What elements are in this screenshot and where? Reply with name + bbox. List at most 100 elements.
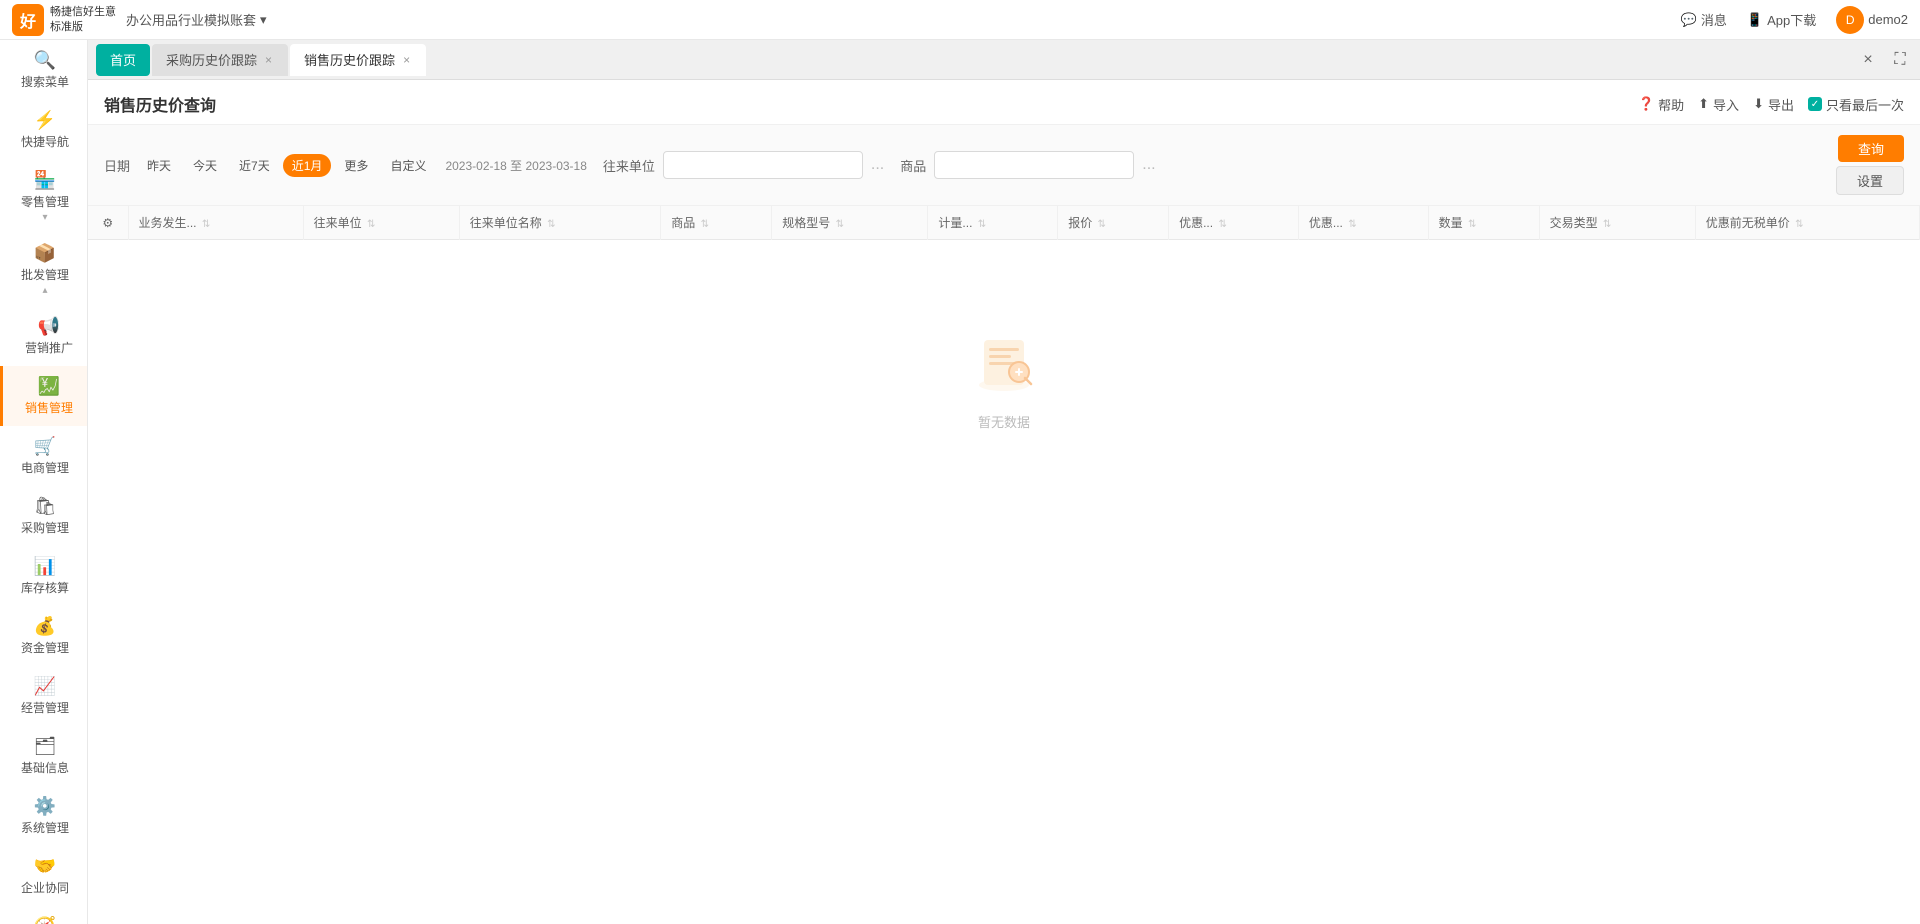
goods-input[interactable] <box>934 151 1134 179</box>
sidebar-item-ecommerce[interactable]: 🛒 电商管理 <box>0 426 87 486</box>
account-selector[interactable]: 办公用品行业模拟账套 ▾ <box>126 10 267 29</box>
th-discount2[interactable]: 优惠... ⇅ <box>1298 206 1428 240</box>
th-quote[interactable]: 报价 ⇅ <box>1058 206 1169 240</box>
th-discount1[interactable]: 优惠... ⇅ <box>1169 206 1299 240</box>
sort-icon: ⇅ <box>202 219 210 230</box>
empty-text: 暂无数据 <box>978 412 1030 431</box>
th-unit[interactable]: 计量... ⇅ <box>928 206 1058 240</box>
date-btn-more[interactable]: 更多 <box>335 154 377 177</box>
checkbox-checked-icon: ✓ <box>1808 97 1822 111</box>
tab-bar: 首页 采购历史价跟踪 × 销售历史价跟踪 × × ⛶ <box>88 40 1920 80</box>
th-partner-name[interactable]: 往来单位名称 ⇅ <box>459 206 661 240</box>
sidebar-item-marketing[interactable]: 📢 营销推广 <box>0 306 87 366</box>
import-icon: ⬆ <box>1698 96 1709 112</box>
close-window-button[interactable]: × <box>1856 48 1880 72</box>
chevron-down-icon: ▾ <box>42 212 47 223</box>
sidebar-item-enterprise[interactable]: 🤝 企业协同 <box>0 846 87 906</box>
sidebar-item-sales[interactable]: 💹 销售管理 <box>0 366 87 426</box>
page-header: 销售历史价查询 ❓ 帮助 ⬆ 导入 ⬇ 导出 ✓ <box>88 80 1920 125</box>
enterprise-icon: 🤝 <box>34 856 56 877</box>
message-icon: 💬 <box>1681 12 1697 28</box>
wholesale-icon: 📦 <box>34 243 56 264</box>
topbar: 好 畅捷信好生意 标准版 办公用品行业模拟账套 ▾ 💬 消息 📱 App下载 D… <box>0 0 1920 40</box>
sidebar-item-guide[interactable]: 🧭 新手引导 <box>0 906 87 924</box>
date-label: 日期 <box>104 156 130 175</box>
help-icon: ❓ <box>1638 96 1654 112</box>
sidebar-item-finance[interactable]: 💰 资金管理 <box>0 606 87 666</box>
goods-filter-group: 商品 ... <box>900 151 1155 179</box>
topbar-right: 💬 消息 📱 App下载 D demo2 <box>1681 6 1908 34</box>
sort-icon: ⇅ <box>701 219 709 230</box>
guide-icon: 🧭 <box>34 916 56 924</box>
sort-icon: ⇅ <box>1603 219 1611 230</box>
tab-home[interactable]: 首页 <box>96 44 150 76</box>
help-button[interactable]: ❓ 帮助 <box>1638 95 1684 114</box>
sidebar-item-operations[interactable]: 📈 经营管理 <box>0 666 87 726</box>
th-biz-date[interactable]: 业务发生... ⇅ <box>128 206 303 240</box>
export-icon: ⬇ <box>1753 96 1764 112</box>
tab-bar-actions: × ⛶ <box>1856 48 1912 72</box>
date-btn-last1month[interactable]: 近1月 <box>283 154 332 177</box>
main-layout: 🔍 搜索菜单 ⚡ 快捷导航 🏪 零售管理 ▾ 📦 批发管理 ▴ 📢 营销推广 💹… <box>0 40 1920 924</box>
sort-icon: ⇅ <box>978 219 986 230</box>
th-spec[interactable]: 规格型号 ⇅ <box>772 206 928 240</box>
goods-dots-button[interactable]: ... <box>1142 156 1155 174</box>
sidebar-item-retail[interactable]: 🏪 零售管理 ▾ <box>0 160 87 233</box>
sidebar-item-purchase[interactable]: 🛍 采购管理 <box>0 486 87 546</box>
th-trade-type[interactable]: 交易类型 ⇅ <box>1539 206 1695 240</box>
export-button[interactable]: ⬇ 导出 <box>1753 95 1794 114</box>
partner-input[interactable] <box>663 151 863 179</box>
filter-bar: 日期 昨天 今天 近7天 近1月 更多 自定义 2023-02-18 至 202… <box>88 125 1920 206</box>
table-container: ⚙ 业务发生... ⇅ 往来单位 ⇅ 往来单位名称 <box>88 206 1920 924</box>
th-partner-code[interactable]: 往来单位 ⇅ <box>303 206 459 240</box>
page-header-actions: ❓ 帮助 ⬆ 导入 ⬇ 导出 ✓ 只看最后一次 <box>1638 95 1904 114</box>
logo-icon: 好 <box>12 4 44 36</box>
sidebar: 🔍 搜索菜单 ⚡ 快捷导航 🏪 零售管理 ▾ 📦 批发管理 ▴ 📢 营销推广 💹… <box>0 40 88 924</box>
th-quantity[interactable]: 数量 ⇅ <box>1428 206 1539 240</box>
date-filter-group: 日期 昨天 今天 近7天 近1月 更多 自定义 2023-02-18 至 202… <box>104 154 587 177</box>
sort-icon: ⇅ <box>547 219 555 230</box>
sidebar-item-shortcuts[interactable]: ⚡ 快捷导航 <box>0 100 87 160</box>
settings-button[interactable]: 设置 <box>1836 166 1904 195</box>
avatar: D <box>1836 6 1864 34</box>
tab-purchase-history-close[interactable]: × <box>263 53 274 67</box>
user-menu[interactable]: D demo2 <box>1836 6 1908 34</box>
page-content: 销售历史价查询 ❓ 帮助 ⬆ 导入 ⬇ 导出 ✓ <box>88 80 1920 924</box>
partner-dots-button[interactable]: ... <box>871 156 884 174</box>
tab-sales-history-close[interactable]: × <box>401 53 412 67</box>
retail-icon: 🏪 <box>34 170 56 191</box>
page-title: 销售历史价查询 <box>104 92 216 116</box>
sidebar-item-system[interactable]: ⚙️ 系统管理 <box>0 786 87 846</box>
app-download-button[interactable]: 📱 App下载 <box>1747 10 1816 29</box>
settings-icon: ⚙ <box>102 216 113 230</box>
sort-icon: ⇅ <box>1218 219 1226 230</box>
th-pre-tax[interactable]: 优惠前无税单价 ⇅ <box>1695 206 1919 240</box>
maximize-window-button[interactable]: ⛶ <box>1888 48 1912 72</box>
operations-icon: 📈 <box>34 676 56 697</box>
filter-actions: 查询 设置 <box>1836 135 1904 195</box>
tab-sales-history[interactable]: 销售历史价跟踪 × <box>290 44 426 76</box>
show-last-checkbox[interactable]: ✓ 只看最后一次 <box>1808 95 1904 114</box>
th-settings[interactable]: ⚙ <box>88 206 128 240</box>
message-button[interactable]: 💬 消息 <box>1681 10 1727 29</box>
sort-icon: ⇅ <box>367 219 375 230</box>
sidebar-item-wholesale[interactable]: 📦 批发管理 ▴ <box>0 233 87 306</box>
sales-icon: 💹 <box>38 376 60 397</box>
date-btn-today[interactable]: 今天 <box>184 154 226 177</box>
empty-state: 暂无数据 <box>88 240 1920 511</box>
date-btn-yesterday[interactable]: 昨天 <box>138 154 180 177</box>
basic-info-icon: 🗂 <box>34 736 57 757</box>
sidebar-item-search-menu[interactable]: 🔍 搜索菜单 <box>0 40 87 100</box>
sidebar-item-basic-info[interactable]: 🗂 基础信息 <box>0 726 87 786</box>
sort-icon: ⇅ <box>1795 219 1803 230</box>
date-range-display: 2023-02-18 至 2023-03-18 <box>445 157 586 174</box>
query-button[interactable]: 查询 <box>1838 135 1904 162</box>
date-btn-custom[interactable]: 自定义 <box>381 154 435 177</box>
import-button[interactable]: ⬆ 导入 <box>1698 95 1739 114</box>
date-btn-last7days[interactable]: 近7天 <box>230 154 279 177</box>
tab-purchase-history[interactable]: 采购历史价跟踪 × <box>152 44 288 76</box>
ecommerce-icon: 🛒 <box>34 436 56 457</box>
sidebar-item-inventory[interactable]: 📊 库存核算 <box>0 546 87 606</box>
chevron-up-icon: ▴ <box>42 285 47 296</box>
th-goods[interactable]: 商品 ⇅ <box>661 206 772 240</box>
